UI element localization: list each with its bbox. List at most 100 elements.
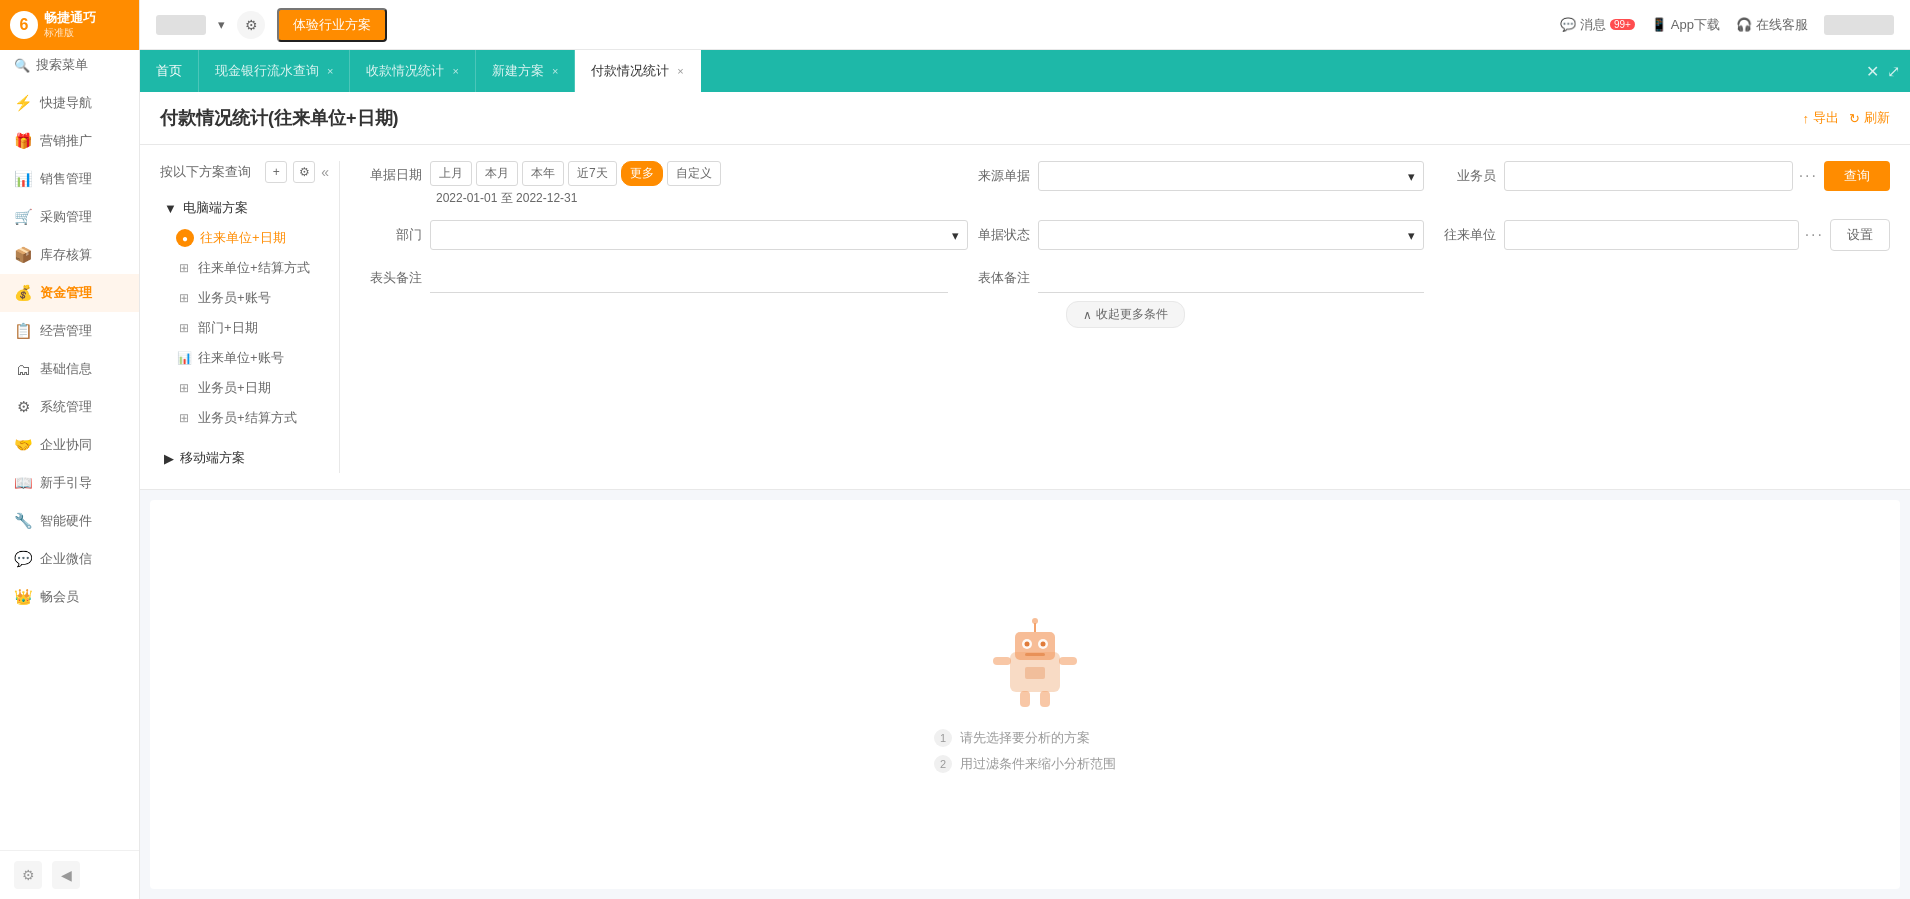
- sidebar-item-label: 智能硬件: [40, 512, 92, 530]
- scheme-item-staff-date[interactable]: ⊞ 业务员+日期: [160, 373, 329, 403]
- collapse-sidebar-btn[interactable]: ◀: [52, 861, 80, 889]
- this-month-btn[interactable]: 本月: [476, 161, 518, 186]
- empty-illustration: [975, 617, 1075, 717]
- scheme-item-partner-settle[interactable]: ⊞ 往来单位+结算方式: [160, 253, 329, 283]
- dept-select[interactable]: ▾: [430, 220, 968, 250]
- scheme-collapse-btn[interactable]: «: [321, 164, 329, 180]
- source-bill-arrow: ▾: [1408, 169, 1415, 184]
- salesperson-ellipsis[interactable]: ···: [1799, 167, 1818, 185]
- table-body-note-label: 表体备注: [968, 269, 1038, 287]
- company-dropdown[interactable]: ▾: [218, 17, 225, 32]
- logo-sub: 标准版: [44, 26, 96, 40]
- mobile-group-header[interactable]: ▶ 移动端方案: [160, 443, 329, 473]
- message-btn[interactable]: 💬 消息 99+: [1560, 16, 1635, 34]
- logo-icon: 6: [10, 11, 38, 39]
- add-scheme-btn[interactable]: +: [265, 161, 287, 183]
- sidebar-item-basic[interactable]: 🗂 基础信息: [0, 350, 139, 388]
- scheme-item-partner-date[interactable]: ● 往来单位+日期: [160, 223, 329, 253]
- sidebar-item-finance[interactable]: 💰 资金管理: [0, 274, 139, 312]
- bill-status-select[interactable]: ▾: [1038, 220, 1424, 250]
- date-range: 2022-01-01 至 2022-12-31: [436, 190, 721, 207]
- tab-receivable[interactable]: 收款情况统计 ×: [350, 50, 475, 92]
- filter-panel: 按以下方案查询 + ⚙ « ▼ 电脑端方案 ● 往来单位+日期: [140, 145, 1910, 490]
- last-month-btn[interactable]: 上月: [430, 161, 472, 186]
- scheme-table-icon-2: ⊞: [176, 290, 192, 306]
- scheme-panel: 按以下方案查询 + ⚙ « ▼ 电脑端方案 ● 往来单位+日期: [160, 161, 340, 473]
- sidebar-item-system[interactable]: ⚙ 系统管理: [0, 388, 139, 426]
- user-avatar[interactable]: [1824, 15, 1894, 35]
- sidebar-item-quick-nav[interactable]: ⚡ 快捷导航: [0, 84, 139, 122]
- sidebar-item-purchase[interactable]: 🛒 采购管理: [0, 198, 139, 236]
- svg-point-5: [1041, 641, 1046, 646]
- sidebar-item-member[interactable]: 👑 畅会员: [0, 578, 139, 616]
- source-bill-select[interactable]: ▾: [1038, 161, 1424, 191]
- collapse-more-btn[interactable]: ∧ 收起更多条件: [1066, 301, 1185, 328]
- scheme-item-dept-date[interactable]: ⊞ 部门+日期: [160, 313, 329, 343]
- online-service-btn[interactable]: 🎧 在线客服: [1736, 16, 1808, 34]
- tab-new-scheme-close[interactable]: ×: [552, 65, 558, 77]
- svg-point-4: [1025, 641, 1030, 646]
- sidebar: 6 畅捷通巧 标准版 🔍 搜索菜单 ⚡ 快捷导航 🎁 营销推广 📊 销售管理 🛒…: [0, 0, 140, 899]
- tab-payment-stats[interactable]: 付款情况统计 ×: [575, 50, 700, 92]
- basic-icon: 🗂: [14, 360, 32, 378]
- tab-receivable-close[interactable]: ×: [452, 65, 458, 77]
- refresh-btn[interactable]: ↻ 刷新: [1849, 109, 1890, 127]
- sidebar-item-label: 系统管理: [40, 398, 92, 416]
- sidebar-item-operations[interactable]: 📋 经营管理: [0, 312, 139, 350]
- settings-btn[interactable]: 设置: [1830, 219, 1890, 251]
- pc-group-header[interactable]: ▼ 电脑端方案: [160, 193, 329, 223]
- app-download-btn[interactable]: 📱 App下载: [1651, 16, 1720, 34]
- sidebar-item-label: 销售管理: [40, 170, 92, 188]
- scheme-item-staff-settle[interactable]: ⊞ 业务员+结算方式: [160, 403, 329, 433]
- scheme-active-icon: ●: [176, 229, 194, 247]
- collapse-sidebar-icon: ◀: [61, 867, 72, 883]
- empty-hint-1-label: 请先选择要分析的方案: [960, 729, 1090, 747]
- more-btn[interactable]: 更多: [621, 161, 663, 186]
- scheme-settings-btn[interactable]: ⚙: [293, 161, 315, 183]
- scheme-table-icon-5: ⊞: [176, 410, 192, 426]
- partner-input[interactable]: [1504, 220, 1799, 250]
- salesperson-input[interactable]: [1504, 161, 1793, 191]
- tab-new-scheme[interactable]: 新建方案 ×: [476, 50, 575, 92]
- export-btn[interactable]: ↑ 导出: [1803, 109, 1840, 127]
- operations-icon: 📋: [14, 322, 32, 340]
- wechat-icon: 💬: [14, 550, 32, 568]
- bill-status-arrow: ▾: [1408, 228, 1415, 243]
- search-menu[interactable]: 🔍 搜索菜单: [0, 50, 139, 80]
- topbar-gear-btn[interactable]: ⚙: [237, 11, 265, 39]
- guide-icon: 📖: [14, 474, 32, 492]
- sidebar-item-inventory[interactable]: 📦 库存核算: [0, 236, 139, 274]
- scheme-item-staff-account[interactable]: ⊞ 业务员+账号: [160, 283, 329, 313]
- search-icon: 🔍: [14, 58, 30, 73]
- sidebar-item-wechat[interactable]: 💬 企业微信: [0, 540, 139, 578]
- empty-num-2: 2: [934, 755, 952, 773]
- last-7days-btn[interactable]: 近7天: [568, 161, 617, 186]
- trial-btn[interactable]: 体验行业方案: [277, 8, 387, 42]
- this-year-btn[interactable]: 本年: [522, 161, 564, 186]
- sidebar-item-sales[interactable]: 📊 销售管理: [0, 160, 139, 198]
- custom-btn[interactable]: 自定义: [667, 161, 721, 186]
- tab-bank-flow-close[interactable]: ×: [327, 65, 333, 77]
- tab-home-label: 首页: [156, 62, 182, 80]
- sidebar-item-enterprise[interactable]: 🤝 企业协同: [0, 426, 139, 464]
- query-btn[interactable]: 查询: [1824, 161, 1890, 191]
- tab-bank-flow[interactable]: 现金银行流水查询 ×: [199, 50, 350, 92]
- tab-home[interactable]: 首页: [140, 50, 199, 92]
- search-menu-label: 搜索菜单: [36, 56, 88, 74]
- dept-arrow: ▾: [952, 228, 959, 243]
- close-all-tabs-btn[interactable]: ✕: [1866, 62, 1879, 81]
- tab-new-scheme-label: 新建方案: [492, 62, 544, 80]
- settings-footer-btn[interactable]: ⚙: [14, 861, 42, 889]
- expand-btn[interactable]: ⤢: [1887, 62, 1900, 81]
- sidebar-logo: 6 畅捷通巧 标准版: [0, 0, 139, 50]
- scheme-item-label: 往来单位+账号: [198, 349, 284, 367]
- scheme-item-partner-account[interactable]: 📊 往来单位+账号: [160, 343, 329, 373]
- purchase-icon: 🛒: [14, 208, 32, 226]
- sidebar-nav: ⚡ 快捷导航 🎁 营销推广 📊 销售管理 🛒 采购管理 📦 库存核算 💰 资金管…: [0, 80, 139, 850]
- partner-ellipsis[interactable]: ···: [1805, 226, 1824, 244]
- sidebar-item-marketing[interactable]: 🎁 营销推广: [0, 122, 139, 160]
- sidebar-item-hardware[interactable]: 🔧 智能硬件: [0, 502, 139, 540]
- page-title: 付款情况统计(往来单位+日期): [160, 106, 399, 130]
- sidebar-item-guide[interactable]: 📖 新手引导: [0, 464, 139, 502]
- tab-payment-stats-close[interactable]: ×: [677, 65, 683, 77]
